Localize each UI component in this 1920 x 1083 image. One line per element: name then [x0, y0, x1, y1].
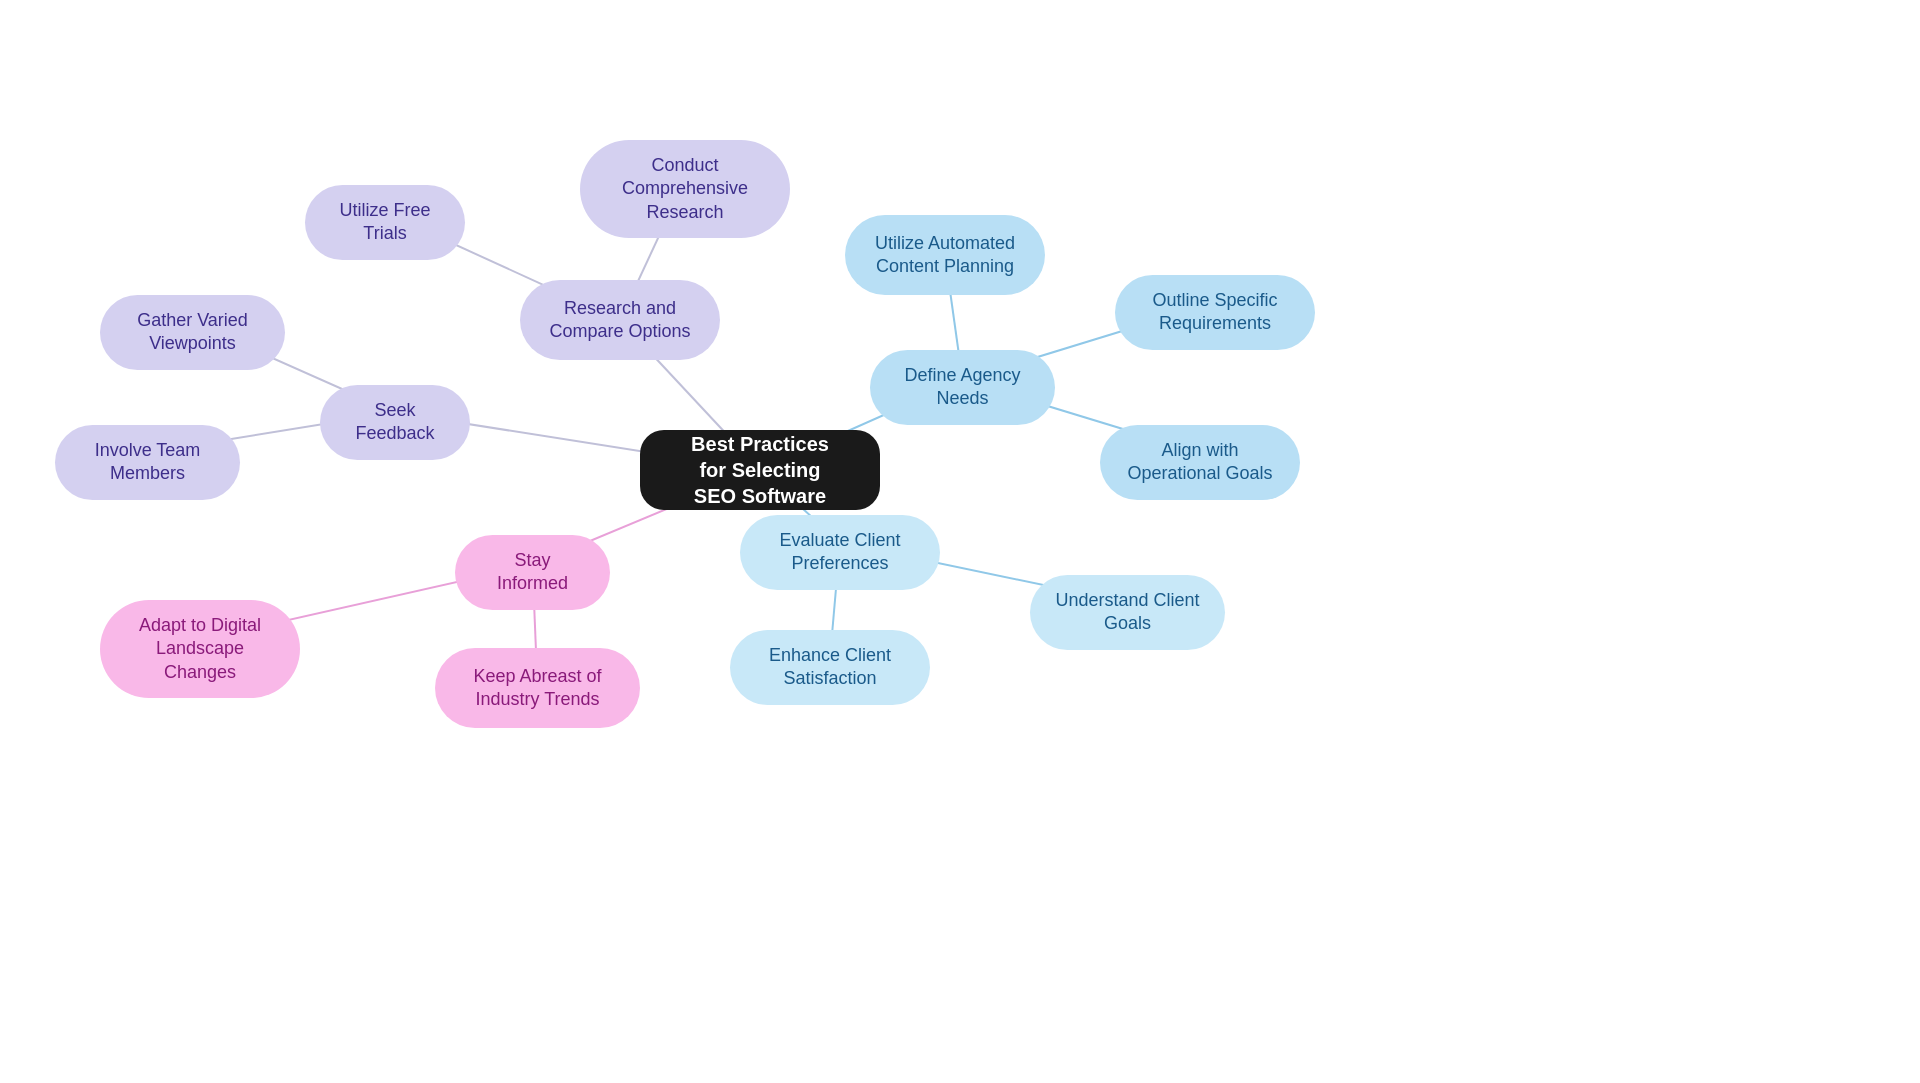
node-enhance_client[interactable]: Enhance Client Satisfaction	[730, 630, 930, 705]
node-stay_informed[interactable]: Stay Informed	[455, 535, 610, 610]
node-conduct_research[interactable]: Conduct Comprehensive Research	[580, 140, 790, 238]
node-utilize_automated[interactable]: Utilize Automated Content Planning	[845, 215, 1045, 295]
node-adapt_digital[interactable]: Adapt to Digital Landscape Changes	[100, 600, 300, 698]
node-involve_team[interactable]: Involve Team Members	[55, 425, 240, 500]
node-utilize_free_trials[interactable]: Utilize Free Trials	[305, 185, 465, 260]
node-evaluate_client[interactable]: Evaluate Client Preferences	[740, 515, 940, 590]
node-define_agency[interactable]: Define Agency Needs	[870, 350, 1055, 425]
node-align_operational[interactable]: Align with Operational Goals	[1100, 425, 1300, 500]
node-research_compare[interactable]: Research and Compare Options	[520, 280, 720, 360]
node-understand_goals[interactable]: Understand Client Goals	[1030, 575, 1225, 650]
node-outline_requirements[interactable]: Outline Specific Requirements	[1115, 275, 1315, 350]
mind-map-container: Best Practices for Selecting SEO Softwar…	[0, 0, 1920, 1083]
node-gather_viewpoints[interactable]: Gather Varied Viewpoints	[100, 295, 285, 370]
node-keep_abreast[interactable]: Keep Abreast of Industry Trends	[435, 648, 640, 728]
center-node[interactable]: Best Practices for Selecting SEO Softwar…	[640, 430, 880, 510]
node-seek_feedback[interactable]: Seek Feedback	[320, 385, 470, 460]
connections-svg	[0, 0, 1920, 1083]
